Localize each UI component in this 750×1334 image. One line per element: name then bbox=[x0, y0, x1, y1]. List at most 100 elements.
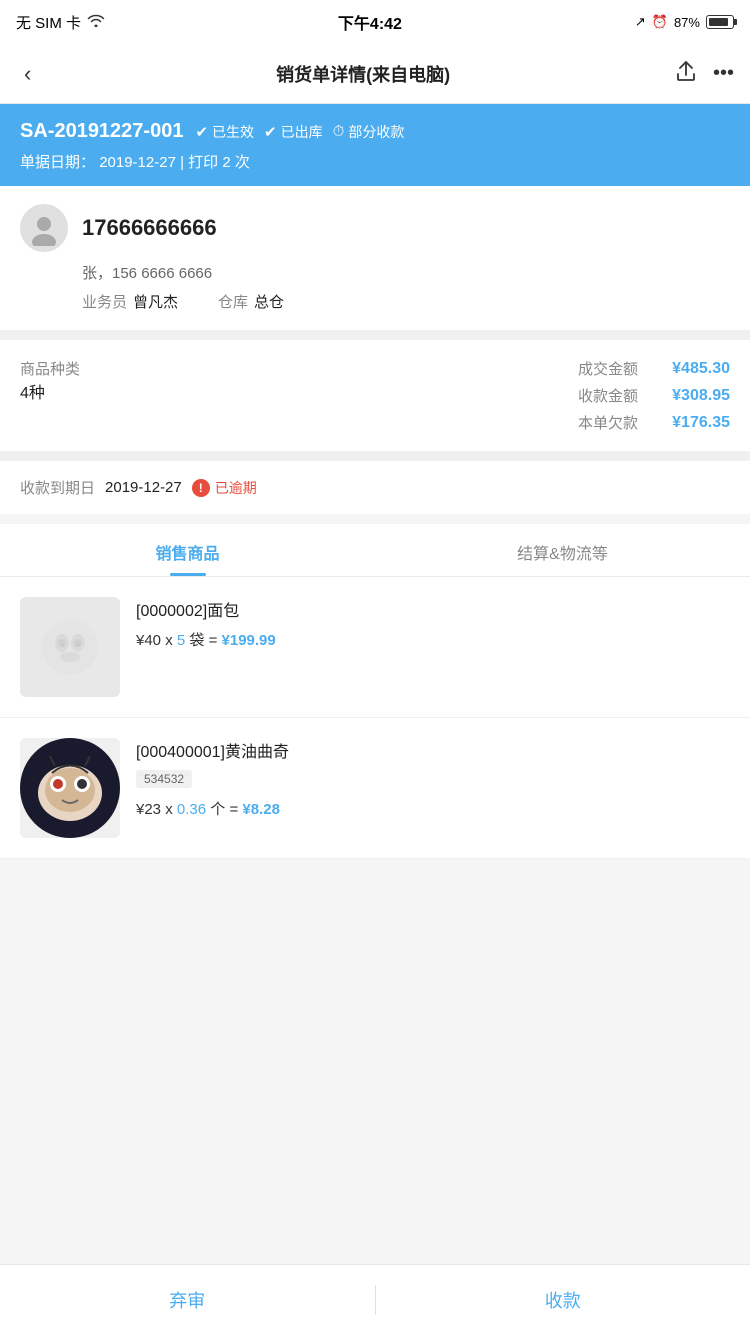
product-qty-2: 0.36 bbox=[177, 801, 206, 818]
amounts-section: 商品种类 4种 成交金额 ¥485.30 收款金额 ¥308.95 本单欠款 ¥… bbox=[0, 340, 750, 451]
product-thumb-1: + + bbox=[20, 597, 120, 697]
effective-icon: ✔ bbox=[195, 123, 208, 141]
customer-section: 17666666666 张，156 6666 6666 业务员 曾凡杰 仓库 总… bbox=[0, 186, 750, 330]
customer-top: 17666666666 bbox=[20, 204, 730, 252]
amount-value-1: ¥308.95 bbox=[650, 387, 730, 405]
amounts-row: 商品种类 4种 成交金额 ¥485.30 收款金额 ¥308.95 本单欠款 ¥… bbox=[20, 358, 730, 433]
status-badge-partial: ⏱ 部分收款 bbox=[333, 122, 405, 142]
category-label: 商品种类 bbox=[20, 358, 80, 379]
bottom-bar: 弃审 收款 bbox=[0, 1264, 750, 1334]
date-value: 2019-12-27 bbox=[99, 154, 176, 171]
divider-1 bbox=[0, 330, 750, 340]
product-name-1: [0000002]面包 bbox=[136, 597, 730, 621]
product-info-1: [0000002]面包 ¥40 x 5 袋 = ¥199.99 bbox=[136, 597, 730, 650]
status-left: 无 SIM 卡 bbox=[16, 12, 105, 33]
status-badge-effective: ✔ 已生效 bbox=[195, 122, 254, 142]
product-price-2: ¥23 x 0.36 个 = ¥8.28 bbox=[136, 798, 730, 819]
customer-id: 17666666666 bbox=[82, 215, 217, 241]
overdue-text: 已逾期 bbox=[215, 478, 257, 498]
amount-label-0: 成交金额 bbox=[578, 358, 638, 379]
due-date-label: 收款到期日 bbox=[20, 477, 95, 498]
battery-percent: 87% bbox=[674, 15, 700, 30]
product-qty-1: 5 bbox=[177, 632, 185, 649]
avatar bbox=[20, 204, 68, 252]
location-icon: ↗ bbox=[635, 14, 646, 30]
product-info-2: [000400001]黄油曲奇 534532 ¥23 x 0.36 个 = ¥8… bbox=[136, 738, 730, 819]
back-button[interactable]: ‹ bbox=[16, 53, 39, 95]
warehouse-label: 仓库 bbox=[218, 291, 248, 312]
wifi-icon bbox=[87, 13, 105, 31]
alarm-icon: ⏰ bbox=[652, 14, 668, 30]
carrier-label: 无 SIM 卡 bbox=[16, 12, 81, 33]
warehouse-meta: 仓库 总仓 bbox=[218, 291, 284, 312]
battery-icon bbox=[706, 15, 734, 29]
divider-2 bbox=[0, 451, 750, 461]
order-date: 单据日期： 2019-12-27 | 打印 2 次 bbox=[20, 151, 730, 172]
tab-sales[interactable]: 销售商品 bbox=[0, 524, 375, 576]
product-code-2: [000400001] bbox=[136, 744, 225, 761]
order-number: SA-20191227-001 bbox=[20, 120, 183, 143]
overdue-badge: ! 已逾期 bbox=[192, 478, 257, 498]
order-header: SA-20191227-001 ✔ 已生效 ✔ 已出库 ⏱ 部分收款 单据日期：… bbox=[0, 104, 750, 186]
product-total-1: ¥199.99 bbox=[222, 632, 276, 649]
partial-icon: ⏱ bbox=[333, 123, 345, 140]
amounts-left: 商品种类 4种 bbox=[20, 358, 80, 403]
share-icon[interactable] bbox=[675, 60, 697, 88]
tab-settlement-label: 结算&物流等 bbox=[517, 546, 608, 563]
partial-label: 部分收款 bbox=[348, 122, 404, 142]
list-item: [000400001]黄油曲奇 534532 ¥23 x 0.36 个 = ¥8… bbox=[0, 718, 750, 859]
status-time: 下午4:42 bbox=[338, 10, 402, 34]
bottom-spacer bbox=[0, 859, 750, 939]
svg-text:+: + bbox=[76, 643, 79, 649]
salesperson-meta: 业务员 曾凡杰 bbox=[82, 291, 178, 312]
due-date-value: 2019-12-27 bbox=[105, 479, 182, 496]
amounts-right: 成交金额 ¥485.30 收款金额 ¥308.95 本单欠款 ¥176.35 bbox=[578, 358, 730, 433]
salesperson-label: 业务员 bbox=[82, 291, 127, 312]
category-count: 4种 bbox=[20, 379, 80, 403]
amount-label-2: 本单欠款 bbox=[578, 412, 638, 433]
warehouse-value: 总仓 bbox=[254, 291, 284, 312]
effective-label: 已生效 bbox=[212, 122, 254, 142]
product-price-1: ¥40 x 5 袋 = ¥199.99 bbox=[136, 629, 730, 650]
svg-text:+: + bbox=[62, 643, 65, 649]
product-image-placeholder-1: + + bbox=[20, 597, 120, 697]
status-badges: ✔ 已生效 ✔ 已出库 ⏱ 部分收款 bbox=[195, 122, 404, 142]
print-label: | 打印 bbox=[180, 154, 222, 171]
shipped-label: 已出库 bbox=[281, 122, 323, 142]
product-tag-2: 534532 bbox=[136, 770, 192, 788]
products-list: + + [0000002]面包 ¥40 x 5 袋 = ¥199.99 bbox=[0, 577, 750, 859]
product-thumb-2 bbox=[20, 738, 120, 838]
nav-bar: ‹ 销货单详情(来自电脑) ••• bbox=[0, 44, 750, 104]
status-right: ↗ ⏰ 87% bbox=[635, 14, 734, 30]
list-item: + + [0000002]面包 ¥40 x 5 袋 = ¥199.99 bbox=[0, 577, 750, 718]
salesperson-value: 曾凡杰 bbox=[133, 291, 178, 312]
more-icon[interactable]: ••• bbox=[713, 62, 734, 85]
amount-line-2: 本单欠款 ¥176.35 bbox=[578, 412, 730, 433]
amount-label-1: 收款金额 bbox=[578, 385, 638, 406]
due-date-section: 收款到期日 2019-12-27 ! 已逾期 bbox=[0, 461, 750, 514]
status-bar: 无 SIM 卡 下午4:42 ↗ ⏰ 87% bbox=[0, 0, 750, 44]
amount-value-0: ¥485.30 bbox=[650, 360, 730, 378]
overdue-icon: ! bbox=[192, 479, 210, 497]
print-count: 2 bbox=[222, 154, 230, 171]
amount-line-1: 收款金额 ¥308.95 bbox=[578, 385, 730, 406]
product-code-1: [0000002] bbox=[136, 603, 207, 620]
page-title: 销货单详情(来自电脑) bbox=[51, 61, 675, 87]
tabs-section: 销售商品 结算&物流等 bbox=[0, 524, 750, 577]
date-label: 单据日期： bbox=[20, 154, 95, 171]
status-badge-shipped: ✔ 已出库 bbox=[264, 122, 323, 142]
tab-sales-label: 销售商品 bbox=[155, 546, 219, 563]
customer-meta: 业务员 曾凡杰 仓库 总仓 bbox=[20, 291, 730, 312]
tab-settlement[interactable]: 结算&物流等 bbox=[375, 524, 750, 576]
print-suffix: 次 bbox=[235, 154, 250, 171]
customer-name-phone: 张，156 6666 6666 bbox=[20, 262, 730, 283]
nav-actions: ••• bbox=[675, 60, 734, 88]
confirm-button[interactable]: 收款 bbox=[376, 1269, 750, 1331]
product-total-2: ¥8.28 bbox=[242, 801, 280, 818]
order-header-top: SA-20191227-001 ✔ 已生效 ✔ 已出库 ⏱ 部分收款 bbox=[20, 120, 730, 143]
shipped-icon: ✔ bbox=[264, 123, 277, 141]
amount-line-0: 成交金额 ¥485.30 bbox=[578, 358, 730, 379]
cancel-button[interactable]: 弃审 bbox=[0, 1269, 375, 1331]
amount-value-2: ¥176.35 bbox=[650, 414, 730, 432]
product-name-2: [000400001]黄油曲奇 bbox=[136, 738, 730, 762]
